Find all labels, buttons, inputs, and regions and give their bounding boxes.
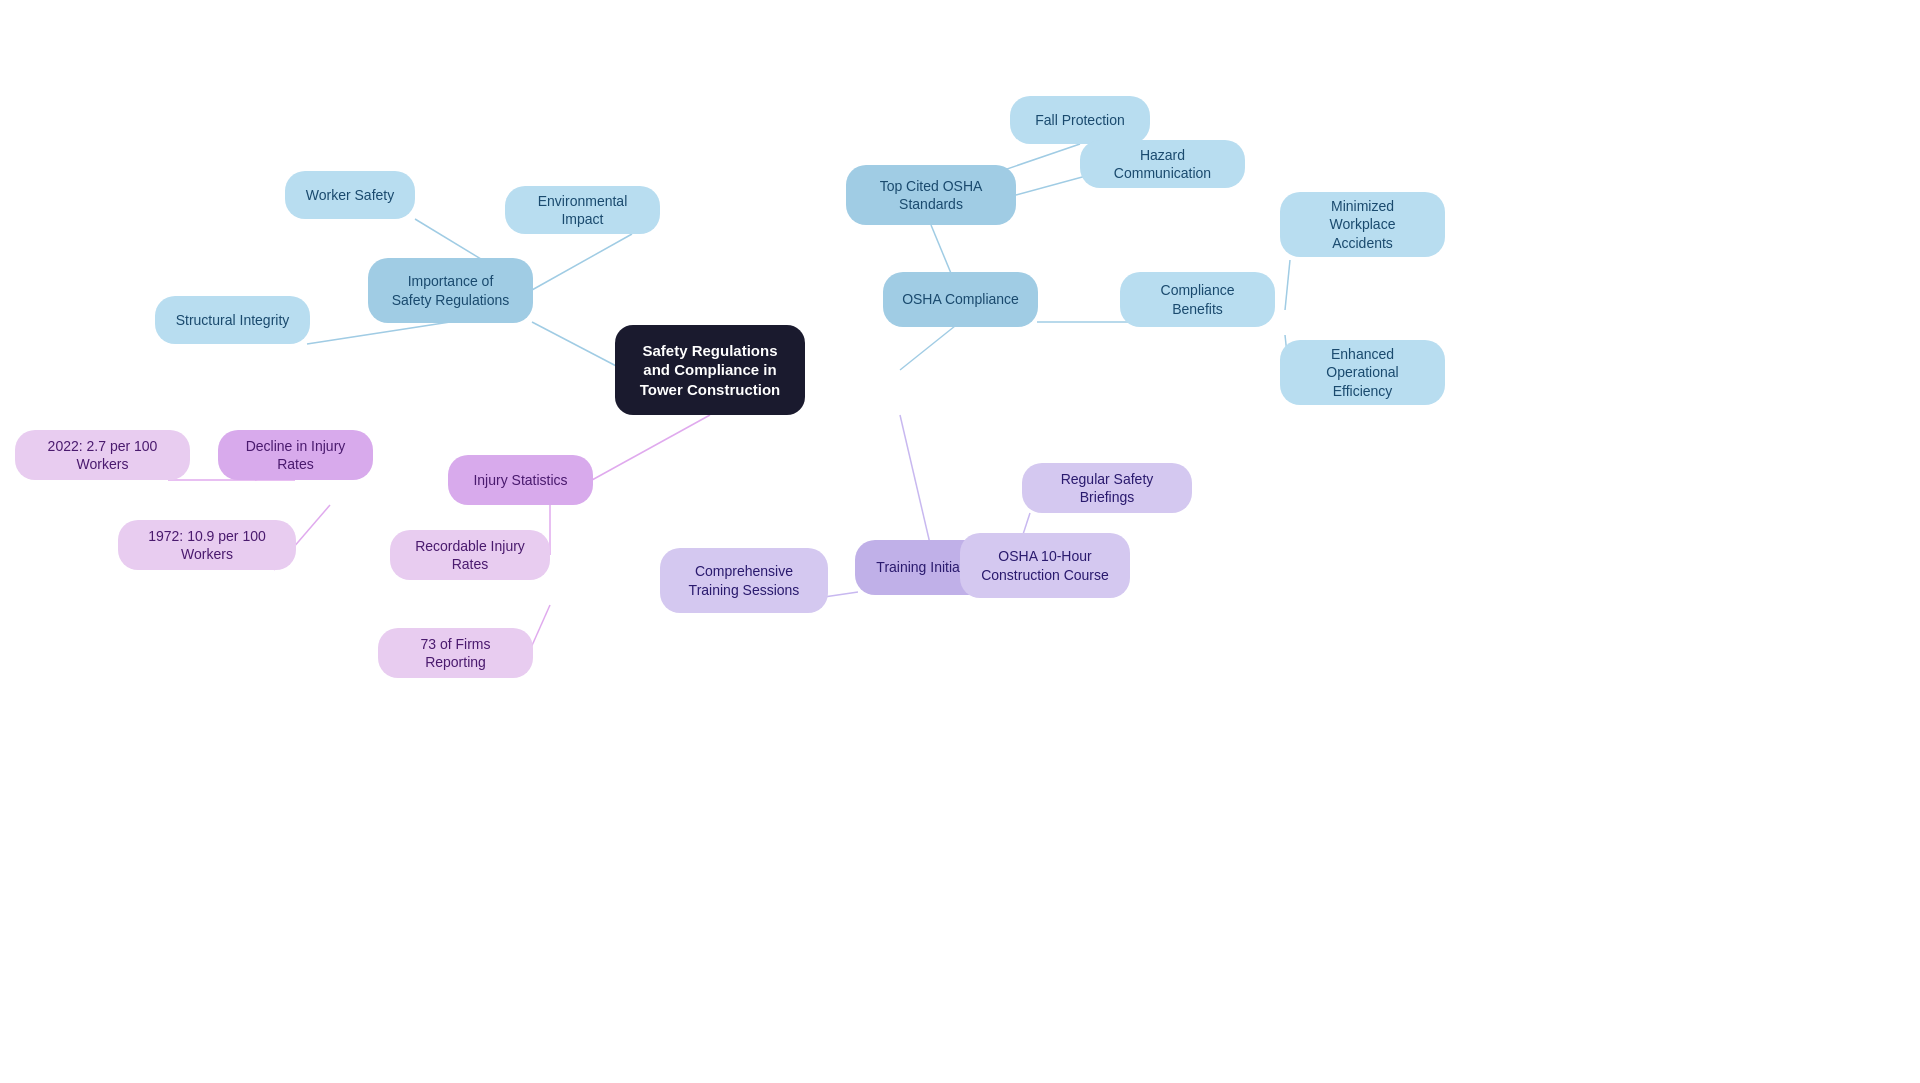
svg-line-9 [1285,260,1290,310]
top-cited-osha-node: Top Cited OSHA Standards [846,165,1016,225]
svg-line-18 [530,605,550,650]
minimized-accidents-node: Minimized Workplace Accidents [1280,192,1445,257]
enhanced-efficiency-node: Enhanced Operational Efficiency [1280,340,1445,405]
environmental-impact-node: Environmental Impact [505,186,660,234]
osha-10hour-node: OSHA 10-Hour Construction Course [960,533,1130,598]
fall-protection-node: Fall Protection [1010,96,1150,144]
injury-statistics-node: Injury Statistics [448,455,593,505]
svg-line-2 [532,234,632,290]
svg-line-21 [824,592,858,597]
firms-reporting-node: 73 of Firms Reporting [378,628,533,678]
regular-briefings-node: Regular Safety Briefings [1022,463,1192,513]
structural-integrity-node: Structural Integrity [155,296,310,344]
hazard-communication-node: Hazard Communication [1080,140,1245,188]
osha-compliance-node: OSHA Compliance [883,272,1038,327]
svg-line-3 [307,322,450,344]
importance-safety-node: Importance of Safety Regulations [368,258,533,323]
center-node: Safety Regulations and Compliance in Tow… [615,325,805,415]
svg-line-11 [592,415,710,480]
decline-injury-rates-node: Decline in Injury Rates [218,430,373,480]
rate-2022-node: 2022: 2.7 per 100 Workers [15,430,190,480]
recordable-injury-node: Recordable Injury Rates [390,530,550,580]
worker-safety-node: Worker Safety [285,171,415,219]
svg-line-4 [900,322,960,370]
comprehensive-training-node: Comprehensive Training Sessions [660,548,828,613]
rate-1972-node: 1972: 10.9 per 100 Workers [118,520,296,570]
compliance-benefits-node: Compliance Benefits [1120,272,1275,327]
